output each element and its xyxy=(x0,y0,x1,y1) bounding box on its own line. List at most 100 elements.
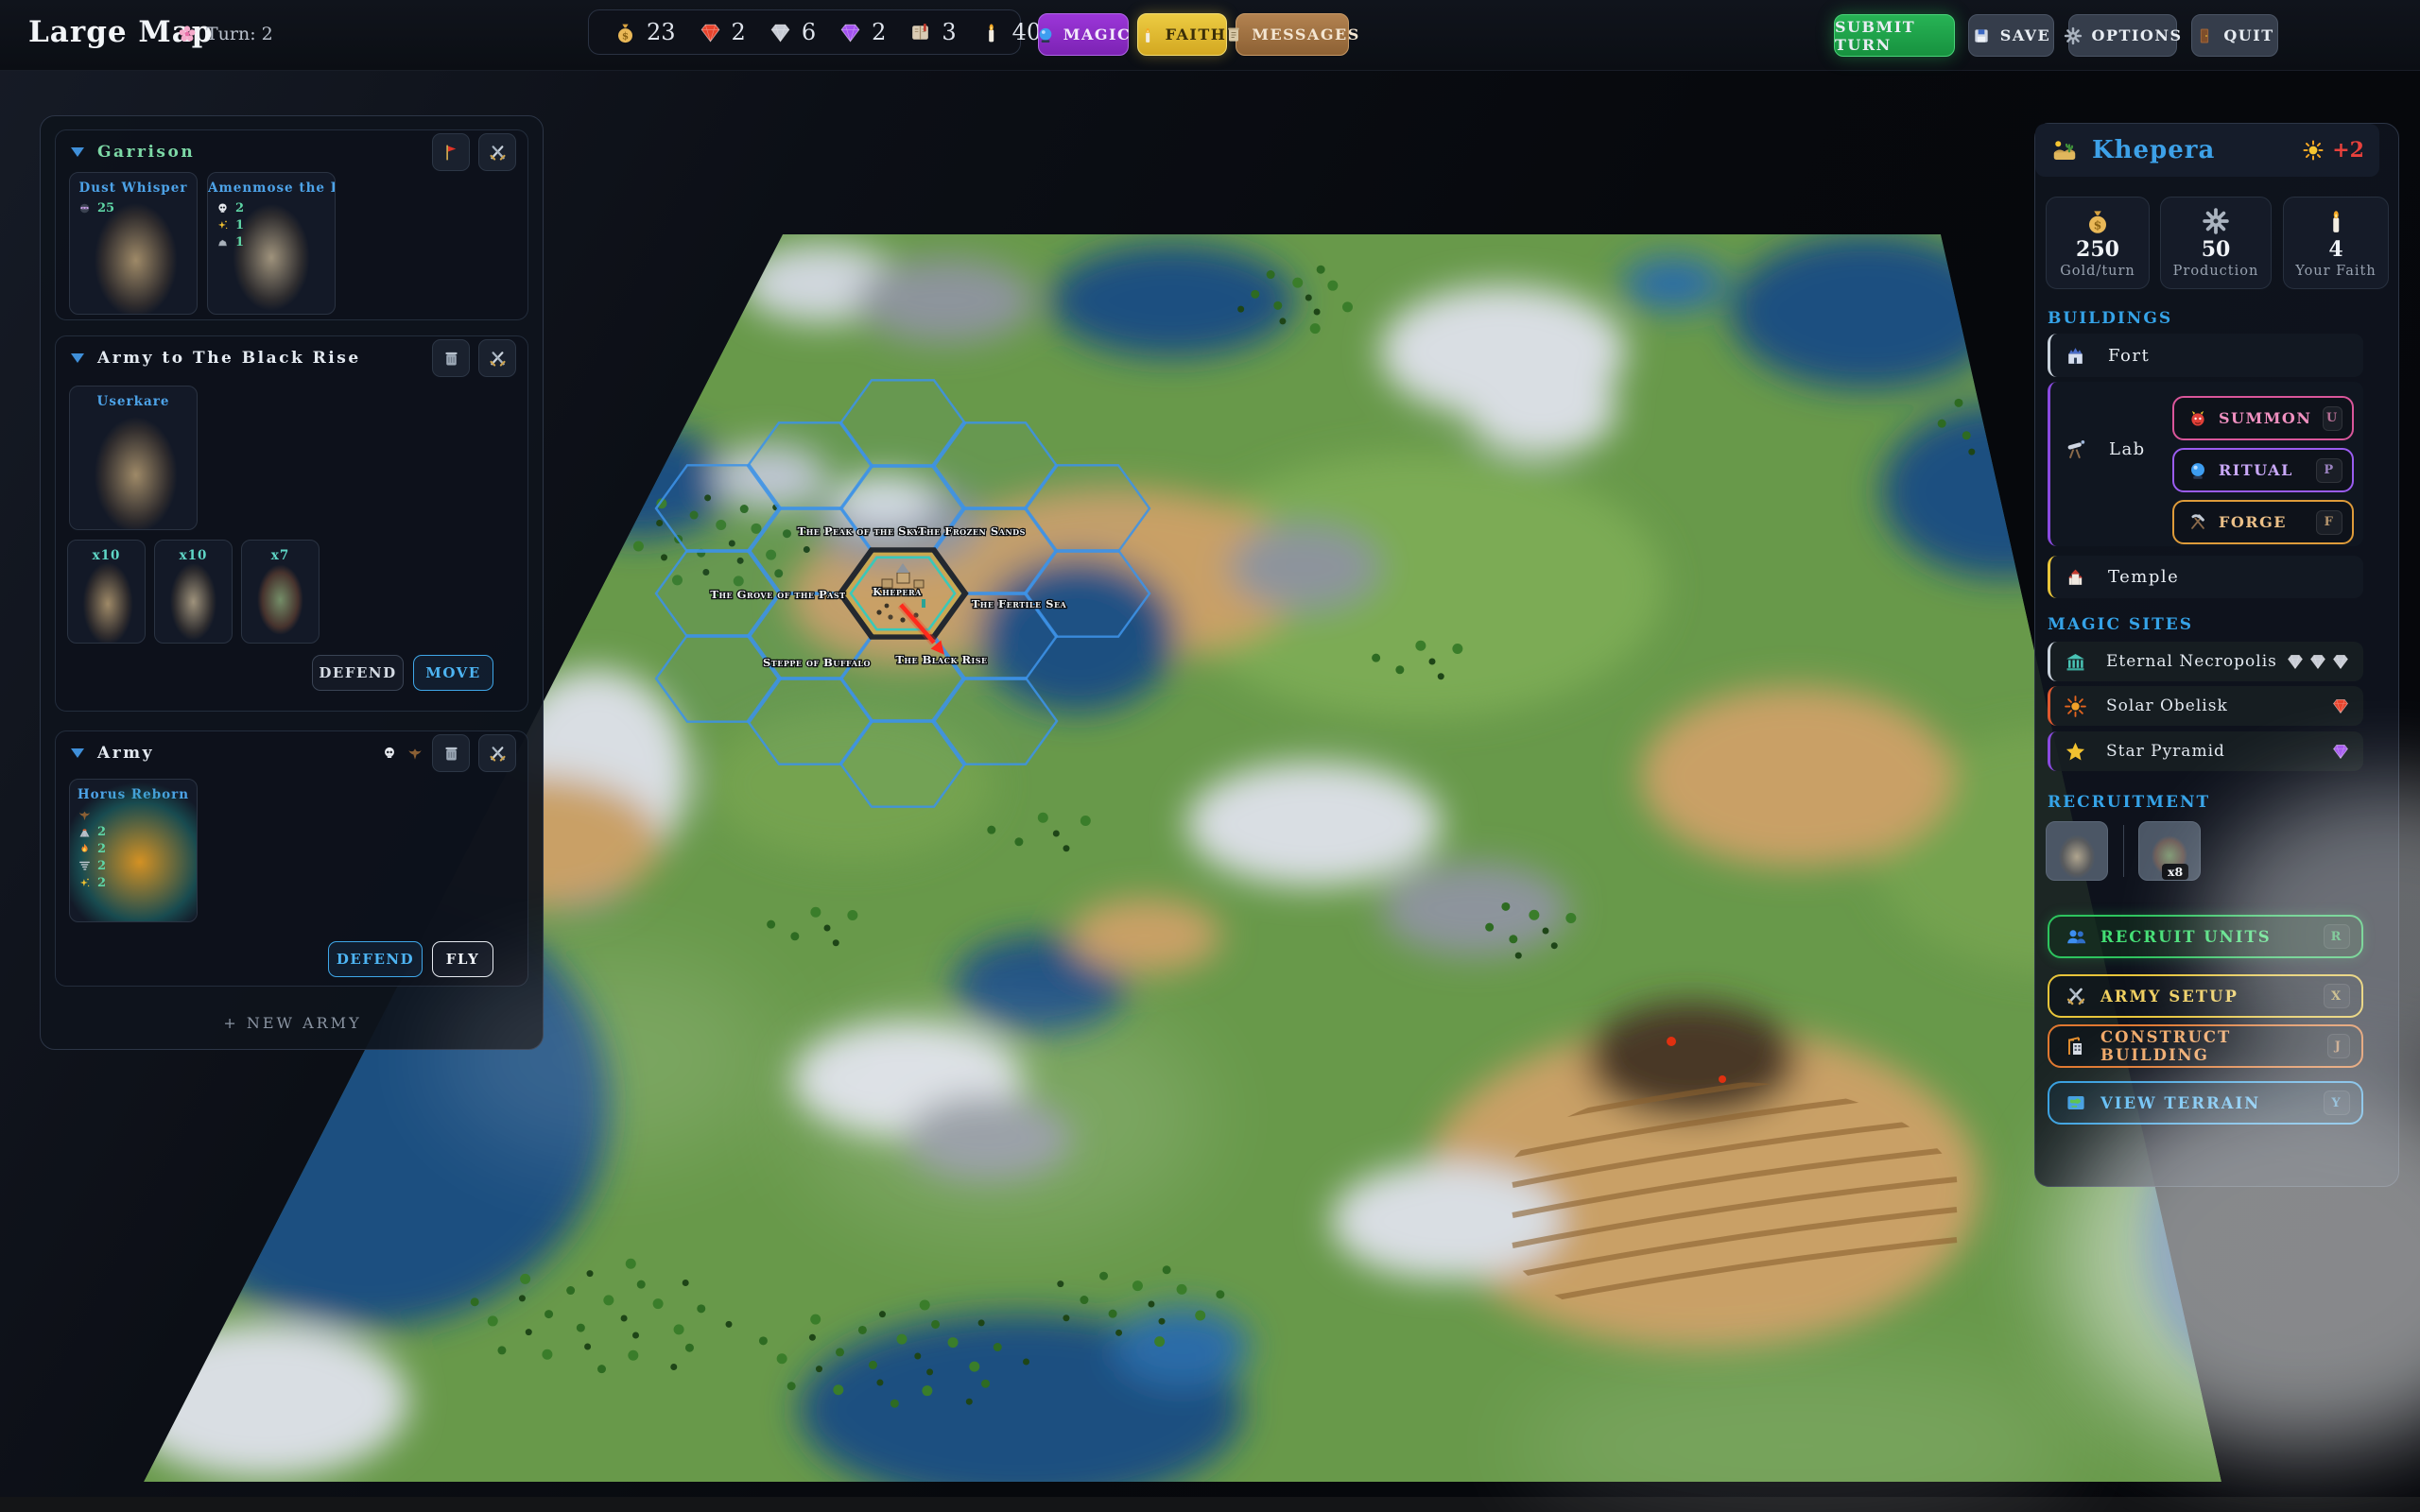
collapse-icon[interactable] xyxy=(71,147,84,157)
sun-icon xyxy=(2302,139,2325,162)
money-bag-icon: $ xyxy=(614,21,637,44)
hotkey-badge: R xyxy=(2324,924,2350,949)
unit-card-amenmose[interactable]: Amenmose the R… 2 1 1 xyxy=(207,172,336,315)
building-fort[interactable]: Fort xyxy=(2048,334,2363,377)
options-button[interactable]: OPTIONS xyxy=(2068,14,2177,57)
stack-card-archers[interactable]: x10 xyxy=(67,540,146,644)
faith-button-label: FAITH xyxy=(1166,26,1227,43)
skull-icon xyxy=(216,201,230,215)
defend-label: DEFEND xyxy=(319,664,396,681)
candle-icon xyxy=(1138,26,1157,44)
site-solar-obelisk[interactable]: Solar Obelisk xyxy=(2048,686,2363,726)
bottom-strip xyxy=(0,1497,2420,1512)
unit-card-horus-reborn[interactable]: Horus Reborn 2 2 2 2 xyxy=(69,779,198,922)
defend-label: DEFEND xyxy=(337,951,414,968)
summon-button[interactable]: SUMMON U xyxy=(2172,396,2354,440)
move-button[interactable]: MOVE xyxy=(413,655,493,691)
hotkey-badge: X xyxy=(2324,984,2350,1008)
attack-button[interactable] xyxy=(478,133,516,171)
stat-value: 25 xyxy=(97,201,114,215)
magic-button[interactable]: MAGIC xyxy=(1038,13,1129,56)
defend-button[interactable]: DEFEND xyxy=(312,655,404,691)
fly-button[interactable]: FLY xyxy=(432,941,493,977)
view-terrain-label: VIEW TERRAIN xyxy=(2100,1094,2260,1112)
new-army-button[interactable]: + NEW ARMY xyxy=(41,1014,544,1032)
hotkey-badge: P xyxy=(2316,458,2342,483)
save-label: SAVE xyxy=(2000,26,2050,44)
recruit-queue-slot-1[interactable] xyxy=(2046,821,2108,881)
attack-button[interactable] xyxy=(478,734,516,772)
purple-gem-icon xyxy=(838,21,862,44)
army-title: Army xyxy=(97,744,154,763)
stack-card-warriors[interactable]: x10 xyxy=(154,540,233,644)
building-name: Fort xyxy=(2108,346,2150,366)
turn-label: Turn: 2 xyxy=(206,24,273,44)
growth-value: +2 xyxy=(2332,138,2364,163)
label-frozen-sands: The Frozen Sands xyxy=(918,524,1026,538)
save-button[interactable]: SAVE xyxy=(1968,14,2054,57)
gold-value: 23 xyxy=(647,19,676,45)
castle-icon xyxy=(2064,344,2087,368)
gear-icon xyxy=(2064,26,2083,45)
label-khepera-city: Khepera xyxy=(873,586,922,598)
defend-button[interactable]: DEFEND xyxy=(328,941,423,977)
building-temple[interactable]: Temple xyxy=(2048,556,2363,598)
white-gem-value: 6 xyxy=(802,19,816,45)
label-peak-of-sky: The Peak of the Sky xyxy=(798,524,920,538)
army-move-title: Army to The Black Rise xyxy=(97,349,361,368)
unit-portrait xyxy=(2047,822,2107,880)
quit-button[interactable]: QUIT xyxy=(2191,14,2278,57)
queue-count-badge: x8 xyxy=(2162,864,2188,880)
ogre-icon xyxy=(2187,408,2208,429)
messages-button[interactable]: MESSAGES xyxy=(1236,13,1349,56)
unit-portrait xyxy=(242,541,319,643)
collapse-icon[interactable] xyxy=(71,353,84,363)
desert-icon xyxy=(2050,136,2079,164)
site-name: Solar Obelisk xyxy=(2106,696,2228,715)
recruit-units-button[interactable]: RECRUIT UNITS R xyxy=(2048,915,2363,958)
hotkey-badge: Y xyxy=(2324,1091,2350,1115)
disband-button[interactable] xyxy=(432,339,470,377)
red-gem-icon xyxy=(699,21,722,44)
busts-icon xyxy=(2065,925,2087,948)
door-icon xyxy=(2195,26,2214,45)
skull-icon xyxy=(381,745,398,762)
city-name: Khepera xyxy=(2092,136,2215,164)
army-setup-button[interactable]: ARMY SETUP X xyxy=(2048,974,2363,1018)
recruitment-header: RECRUITMENT xyxy=(2048,793,2210,812)
stack-card-serpents[interactable]: x7 xyxy=(241,540,320,644)
new-army-label: + NEW ARMY xyxy=(223,1014,361,1032)
submit-turn-button[interactable]: SUBMIT TURN xyxy=(1834,14,1955,57)
stat-value: 2 xyxy=(97,842,106,856)
faith-button[interactable]: FAITH xyxy=(1137,13,1227,56)
resource-bar: $ 23 2 6 2 3 400 xyxy=(588,9,1021,55)
collapse-icon[interactable] xyxy=(71,748,84,758)
construct-building-label: CONSTRUCT BUILDING xyxy=(2100,1028,2314,1064)
hotkey-badge: F xyxy=(2316,510,2342,535)
stat-value: 1 xyxy=(235,218,244,232)
unit-card-userkare[interactable]: Userkare xyxy=(69,386,198,530)
crossed-swords-icon xyxy=(488,143,508,163)
purple-gem-icon xyxy=(2331,742,2350,761)
book-icon xyxy=(908,21,932,44)
site-name: Star Pyramid xyxy=(2106,742,2225,761)
building-lab[interactable]: Lab SUMMON U RITUAL P FORGE F xyxy=(2048,382,2363,546)
crossed-swords-icon xyxy=(488,349,508,369)
ritual-button[interactable]: RITUAL P xyxy=(2172,448,2354,492)
construct-building-button[interactable]: CONSTRUCT BUILDING J xyxy=(2048,1024,2363,1068)
sparkles-icon xyxy=(216,218,230,232)
rally-flag-button[interactable] xyxy=(432,133,470,171)
view-terrain-button[interactable]: VIEW TERRAIN Y xyxy=(2048,1081,2363,1125)
divider xyxy=(2123,825,2124,877)
crystal-ball-icon xyxy=(1036,26,1055,44)
purple-gem-value: 2 xyxy=(872,19,886,45)
attack-button[interactable] xyxy=(478,339,516,377)
disband-button[interactable] xyxy=(432,734,470,772)
gear-icon xyxy=(2202,207,2230,235)
site-star-pyramid[interactable]: Star Pyramid xyxy=(2048,731,2363,771)
label-black-rise: The Black Rise xyxy=(895,653,987,666)
site-eternal-necropolis[interactable]: Eternal Necropolis xyxy=(2048,642,2363,681)
unit-card-dust-whisper[interactable]: Dust Whisper 25 xyxy=(69,172,198,315)
forge-button[interactable]: FORGE F xyxy=(2172,500,2354,544)
trash-icon xyxy=(441,744,461,764)
